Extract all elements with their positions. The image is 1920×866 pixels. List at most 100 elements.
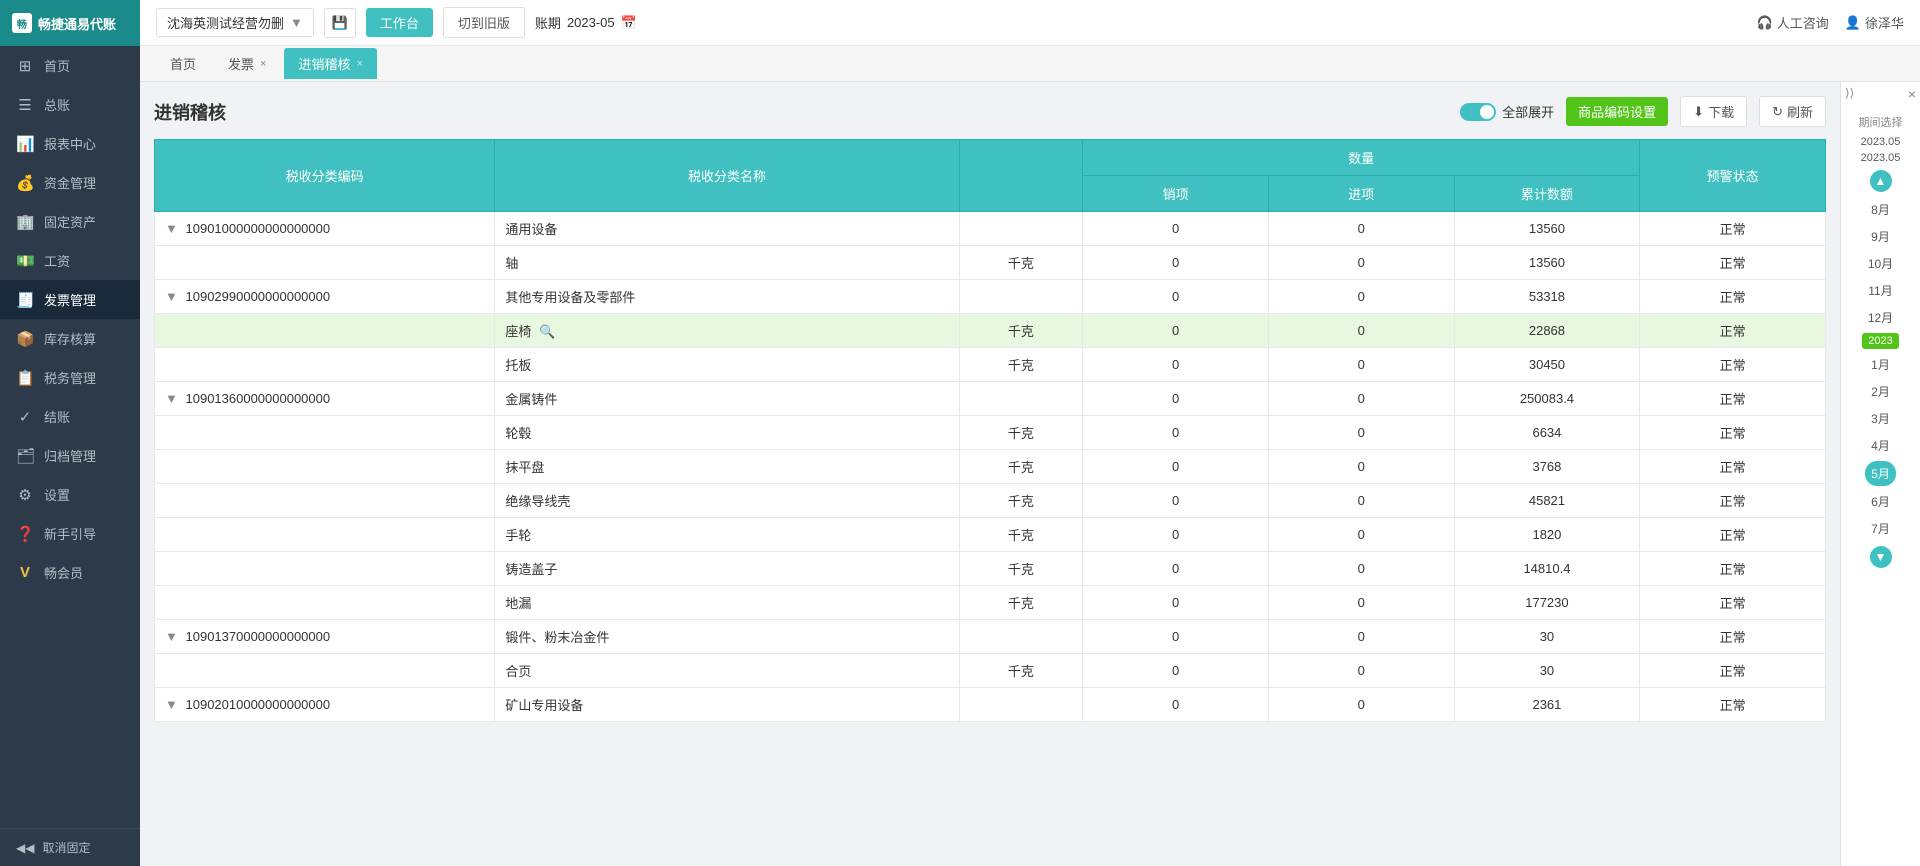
search-icon[interactable]: 🔍	[539, 324, 555, 339]
period-month-2[interactable]: 2月	[1861, 378, 1900, 405]
title-actions: 全部展开 商品编码设置 ⬇ 下载 ↻ 刷新	[1460, 96, 1826, 127]
cell-sales: 0	[1083, 348, 1269, 382]
cell-code	[155, 450, 495, 484]
chevron-down-icon: ▼	[290, 15, 303, 30]
topbar: 沈海英测试经营勿删 ▼ 💾 工作台 切到旧版 账期 2023-05 📅 🎧 人工…	[140, 0, 1920, 46]
sidebar-item-invoice[interactable]: 🧾 发票管理	[0, 280, 140, 319]
cell-name: 绝缘导线壳	[495, 484, 959, 518]
period-month-6[interactable]: 6月	[1861, 488, 1900, 515]
cell-unit: 千克	[959, 348, 1083, 382]
period-month-1[interactable]: 1月	[1861, 351, 1900, 378]
cell-sales: 0	[1083, 654, 1269, 688]
collapse-icon[interactable]: ▼	[165, 289, 178, 304]
collapse-icon[interactable]: ▼	[165, 221, 178, 236]
cell-status: 正常	[1640, 620, 1826, 654]
save-button[interactable]: 💾	[324, 8, 356, 38]
period-month-11[interactable]: 11月	[1858, 277, 1902, 304]
period-month-4[interactable]: 4月	[1861, 432, 1900, 459]
sidebar-item-settings[interactable]: ⚙ 设置	[0, 475, 140, 514]
page-title: 进销稽核	[154, 99, 226, 125]
company-selector[interactable]: 沈海英测试经营勿删 ▼	[156, 8, 314, 37]
period-month-12[interactable]: 12月	[1858, 304, 1903, 331]
sidebar-item-inventory[interactable]: 📦 库存核算	[0, 319, 140, 358]
download-button[interactable]: ⬇ 下载	[1680, 96, 1747, 127]
collapse-icon[interactable]: ▼	[165, 629, 178, 644]
cell-purchase: 0	[1268, 552, 1454, 586]
period-selector-label: 期间选择	[1851, 110, 1911, 134]
cell-name: 座椅🔍	[495, 314, 959, 348]
salary-icon: 💵	[16, 252, 34, 270]
product-code-button[interactable]: 商品编码设置	[1566, 97, 1668, 126]
code-value: 10901360000000000000	[186, 391, 331, 406]
th-sales: 销项	[1083, 176, 1269, 212]
cell-unit	[959, 382, 1083, 416]
cell-name: 抹平盘	[495, 450, 959, 484]
panel-expand-button[interactable]: ⟩⟩	[1845, 86, 1854, 100]
cell-status: 正常	[1640, 212, 1826, 246]
expand-toggle[interactable]	[1460, 103, 1496, 121]
user-profile[interactable]: 👤 徐泽华	[1845, 13, 1904, 32]
sidebar-label-funds: 资金管理	[44, 173, 96, 192]
sidebar-item-assets[interactable]: 🏢 固定资产	[0, 202, 140, 241]
switch-version-button[interactable]: 切到旧版	[443, 7, 525, 38]
sidebar-label-tax: 税务管理	[44, 368, 96, 387]
tab-home[interactable]: 首页	[156, 48, 210, 79]
refresh-button[interactable]: ↻ 刷新	[1759, 96, 1826, 127]
period-month-10[interactable]: 10月	[1858, 250, 1903, 277]
panel-close-button[interactable]: ×	[1908, 86, 1916, 102]
period-month-5[interactable]: 5月	[1865, 461, 1896, 486]
sidebar-unpin[interactable]: ◀◀ 取消固定	[0, 828, 140, 866]
period-month-7[interactable]: 7月	[1861, 515, 1900, 542]
sidebar-item-archive[interactable]: 🗂 归档管理	[0, 436, 140, 475]
cell-unit: 千克	[959, 654, 1083, 688]
invoice-icon: 🧾	[16, 291, 34, 309]
sidebar-item-home[interactable]: ⊞ 首页	[0, 46, 140, 85]
cell-name: 通用设备	[495, 212, 959, 246]
tab-reconciliation-label: 进销稽核	[298, 54, 350, 73]
cell-code	[155, 586, 495, 620]
year-tag-2023[interactable]: 2023	[1862, 333, 1898, 349]
sidebar-label-salary: 工资	[44, 251, 70, 270]
collapse-icon[interactable]: ▼	[165, 697, 178, 712]
cell-total: 13560	[1454, 246, 1640, 280]
period-month-9[interactable]: 9月	[1861, 223, 1900, 250]
collapse-icon[interactable]: ▼	[165, 391, 178, 406]
cell-total: 53318	[1454, 280, 1640, 314]
cell-sales: 0	[1083, 212, 1269, 246]
support-label: 人工咨询	[1777, 13, 1829, 32]
tabbar: 首页 发票 × 进销稽核 ×	[140, 46, 1920, 82]
cell-status: 正常	[1640, 348, 1826, 382]
sidebar-label-reports: 报表中心	[44, 134, 96, 153]
sidebar-item-funds[interactable]: 💰 资金管理	[0, 163, 140, 202]
sidebar-item-tax[interactable]: 📋 税务管理	[0, 358, 140, 397]
cell-code: ▼ 10901370000000000000	[155, 620, 495, 654]
save-icon: 💾	[332, 15, 348, 31]
sidebar-label-home: 首页	[44, 56, 70, 75]
sidebar-item-reports[interactable]: 📊 报表中心	[0, 124, 140, 163]
period-scroll-down[interactable]: ▼	[1870, 546, 1892, 568]
cell-unit	[959, 280, 1083, 314]
calendar-icon[interactable]: 📅	[621, 15, 637, 31]
cell-name: 轴	[495, 246, 959, 280]
period-month-8[interactable]: 8月	[1861, 196, 1900, 223]
cell-unit: 千克	[959, 246, 1083, 280]
period-scroll-up[interactable]: ▲	[1870, 170, 1892, 192]
sidebar-item-salary[interactable]: 💵 工资	[0, 241, 140, 280]
tab-invoice-close[interactable]: ×	[260, 58, 266, 70]
workspace-button[interactable]: 工作台	[366, 8, 433, 37]
th-tax-code: 税收分类编码	[155, 140, 495, 212]
sidebar-label-ledger: 总账	[44, 95, 70, 114]
sidebar-item-closing[interactable]: ✓ 结账	[0, 397, 140, 436]
period-month-3[interactable]: 3月	[1861, 405, 1900, 432]
download-label: 下载	[1708, 102, 1734, 121]
tab-reconciliation[interactable]: 进销稽核 ×	[284, 48, 376, 79]
sidebar-item-guide[interactable]: ❓ 新手引导	[0, 514, 140, 553]
sidebar-item-ledger[interactable]: ☰ 总账	[0, 85, 140, 124]
tab-invoice[interactable]: 发票 ×	[214, 48, 280, 79]
sidebar-item-vip[interactable]: V 畅会员	[0, 553, 140, 592]
support-button[interactable]: 🎧 人工咨询	[1757, 13, 1829, 32]
cell-code	[155, 484, 495, 518]
tab-reconciliation-close[interactable]: ×	[356, 58, 362, 70]
page-content: 进销稽核 全部展开 商品编码设置 ⬇ 下载 ↻ 刷新	[140, 82, 1920, 866]
cell-status: 正常	[1640, 382, 1826, 416]
